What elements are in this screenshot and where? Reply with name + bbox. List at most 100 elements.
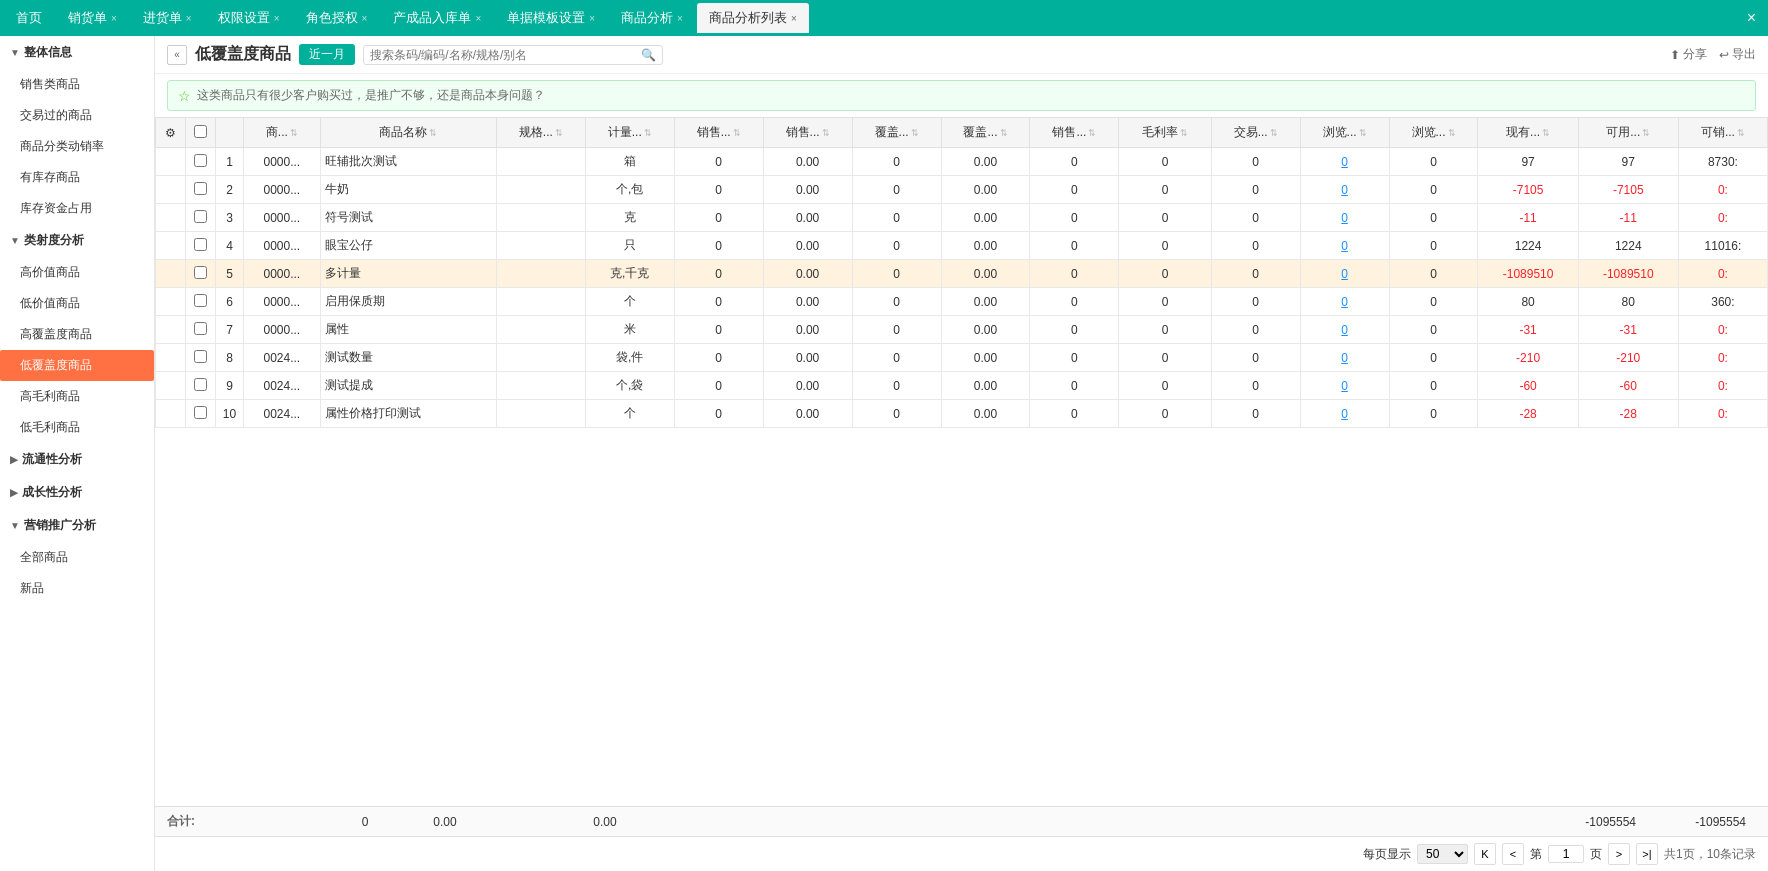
row-checkbox[interactable]	[186, 344, 216, 372]
sort-saleable-icon[interactable]: ⇅	[1737, 128, 1745, 138]
nav-close-purchase-order[interactable]: ×	[186, 13, 192, 24]
col-code[interactable]: 商... ⇅	[244, 118, 321, 148]
per-page-select[interactable]: 50 20 100	[1417, 844, 1468, 864]
row-checkbox[interactable]	[186, 316, 216, 344]
sidebar-item-high-gross[interactable]: 高毛利商品	[0, 381, 154, 412]
sidebar-item-all-goods[interactable]: 全部商品	[0, 542, 154, 573]
col-checkbox[interactable]	[186, 118, 216, 148]
row-checkbox[interactable]	[186, 400, 216, 428]
row-browse1[interactable]: 0	[1300, 372, 1389, 400]
sidebar-item-low-gross[interactable]: 低毛利商品	[0, 412, 154, 443]
row-checkbox[interactable]	[186, 148, 216, 176]
sidebar-group-overall[interactable]: ▼ 整体信息	[0, 36, 154, 69]
nav-goods-analysis[interactable]: 商品分析 ×	[609, 3, 695, 33]
search-icon[interactable]: 🔍	[641, 48, 656, 62]
row-browse1[interactable]: 0	[1300, 176, 1389, 204]
nav-close-permissions[interactable]: ×	[274, 13, 280, 24]
table-wrapper[interactable]: ⚙ 商... ⇅	[155, 117, 1768, 806]
sort-available-icon[interactable]: ⇅	[1642, 128, 1650, 138]
col-unit[interactable]: 计量... ⇅	[585, 118, 674, 148]
export-btn[interactable]: ↩ 导出	[1719, 46, 1756, 63]
col-sales-amt[interactable]: 销售... ⇅	[763, 118, 852, 148]
col-gross-rate[interactable]: 毛利率 ⇅	[1119, 118, 1211, 148]
sidebar-item-sales-goods[interactable]: 销售类商品	[0, 69, 154, 100]
row-browse1[interactable]: 0	[1300, 204, 1389, 232]
sort-current-icon[interactable]: ⇅	[1542, 128, 1550, 138]
prev-page-btn[interactable]: <	[1502, 843, 1524, 865]
col-trans[interactable]: 交易... ⇅	[1211, 118, 1300, 148]
nav-close-roles[interactable]: ×	[362, 13, 368, 24]
col-cover1[interactable]: 覆盖... ⇅	[852, 118, 941, 148]
nav-goods-analysis-list[interactable]: 商品分析列表 ×	[697, 3, 809, 33]
sort-cover1-icon[interactable]: ⇅	[911, 128, 919, 138]
sort-sales2-icon[interactable]: ⇅	[1088, 128, 1096, 138]
sort-spec-icon[interactable]: ⇅	[555, 128, 563, 138]
sidebar-item-traded-goods[interactable]: 交易过的商品	[0, 100, 154, 131]
col-available[interactable]: 可用... ⇅	[1578, 118, 1678, 148]
row-browse1[interactable]: 0	[1300, 232, 1389, 260]
sort-cover2-icon[interactable]: ⇅	[1000, 128, 1008, 138]
col-current[interactable]: 现有... ⇅	[1478, 118, 1578, 148]
settings-icon[interactable]: ⚙	[165, 126, 176, 140]
page-input[interactable]	[1548, 845, 1584, 863]
col-browse1[interactable]: 浏览... ⇅	[1300, 118, 1389, 148]
nav-purchase-order[interactable]: 进货单 ×	[131, 3, 204, 33]
col-spec[interactable]: 规格... ⇅	[496, 118, 585, 148]
col-sales2[interactable]: 销售... ⇅	[1030, 118, 1119, 148]
sort-code-icon[interactable]: ⇅	[290, 128, 298, 138]
sidebar-group-growth[interactable]: ▶ 成长性分析	[0, 476, 154, 509]
sort-browse2-icon[interactable]: ⇅	[1448, 128, 1456, 138]
sort-unit-icon[interactable]: ⇅	[644, 128, 652, 138]
sidebar-item-stocked-goods[interactable]: 有库存商品	[0, 162, 154, 193]
row-browse1[interactable]: 0	[1300, 400, 1389, 428]
window-close-btn[interactable]: ×	[1739, 5, 1764, 31]
sort-sales-qty-icon[interactable]: ⇅	[733, 128, 741, 138]
row-browse1[interactable]: 0	[1300, 260, 1389, 288]
col-name[interactable]: 商品名称 ⇅	[320, 118, 496, 148]
nav-close-goods-analysis[interactable]: ×	[677, 13, 683, 24]
col-browse2[interactable]: 浏览... ⇅	[1389, 118, 1478, 148]
row-browse1[interactable]: 0	[1300, 344, 1389, 372]
sidebar-item-high-value[interactable]: 高价值商品	[0, 257, 154, 288]
row-browse1[interactable]: 0	[1300, 316, 1389, 344]
nav-template[interactable]: 单据模板设置 ×	[495, 3, 607, 33]
nav-close-template[interactable]: ×	[589, 13, 595, 24]
sidebar-group-category[interactable]: ▼ 类射度分析	[0, 224, 154, 257]
sidebar-item-category-sales-rate[interactable]: 商品分类动销率	[0, 131, 154, 162]
sort-sales-amt-icon[interactable]: ⇅	[822, 128, 830, 138]
row-checkbox[interactable]	[186, 260, 216, 288]
sidebar-group-marketing[interactable]: ▼ 营销推广分析	[0, 509, 154, 542]
first-page-btn[interactable]: K	[1474, 843, 1496, 865]
nav-home[interactable]: 首页	[4, 3, 54, 33]
row-checkbox[interactable]	[186, 288, 216, 316]
collapse-sidebar-btn[interactable]: «	[167, 45, 187, 65]
sort-gross-rate-icon[interactable]: ⇅	[1180, 128, 1188, 138]
select-all-checkbox[interactable]	[194, 125, 207, 138]
sidebar-item-low-coverage[interactable]: 低覆盖度商品	[0, 350, 154, 381]
last-page-btn[interactable]: >|	[1636, 843, 1658, 865]
sidebar-item-new-goods[interactable]: 新品	[0, 573, 154, 604]
col-cover2[interactable]: 覆盖... ⇅	[941, 118, 1030, 148]
sidebar-item-high-coverage[interactable]: 高覆盖度商品	[0, 319, 154, 350]
sidebar-item-stock-capital[interactable]: 库存资金占用	[0, 193, 154, 224]
nav-close-sales-order[interactable]: ×	[111, 13, 117, 24]
nav-roles[interactable]: 角色授权 ×	[294, 3, 380, 33]
sidebar-group-liquidity[interactable]: ▶ 流通性分析	[0, 443, 154, 476]
row-browse1[interactable]: 0	[1300, 288, 1389, 316]
row-checkbox[interactable]	[186, 204, 216, 232]
row-browse1[interactable]: 0	[1300, 148, 1389, 176]
next-page-btn[interactable]: >	[1608, 843, 1630, 865]
nav-close-goods-analysis-list[interactable]: ×	[791, 13, 797, 24]
search-input[interactable]	[370, 48, 637, 62]
col-sales-qty[interactable]: 销售... ⇅	[674, 118, 763, 148]
row-checkbox[interactable]	[186, 372, 216, 400]
sort-name-icon[interactable]: ⇅	[429, 128, 437, 138]
sort-browse1-icon[interactable]: ⇅	[1359, 128, 1367, 138]
sidebar-item-low-value[interactable]: 低价值商品	[0, 288, 154, 319]
col-saleable[interactable]: 可销... ⇅	[1678, 118, 1767, 148]
row-checkbox[interactable]	[186, 232, 216, 260]
col-settings[interactable]: ⚙	[156, 118, 186, 148]
share-btn[interactable]: ⬆ 分享	[1670, 46, 1707, 63]
nav-sales-order[interactable]: 销货单 ×	[56, 3, 129, 33]
time-filter-btn[interactable]: 近一月	[299, 44, 355, 65]
